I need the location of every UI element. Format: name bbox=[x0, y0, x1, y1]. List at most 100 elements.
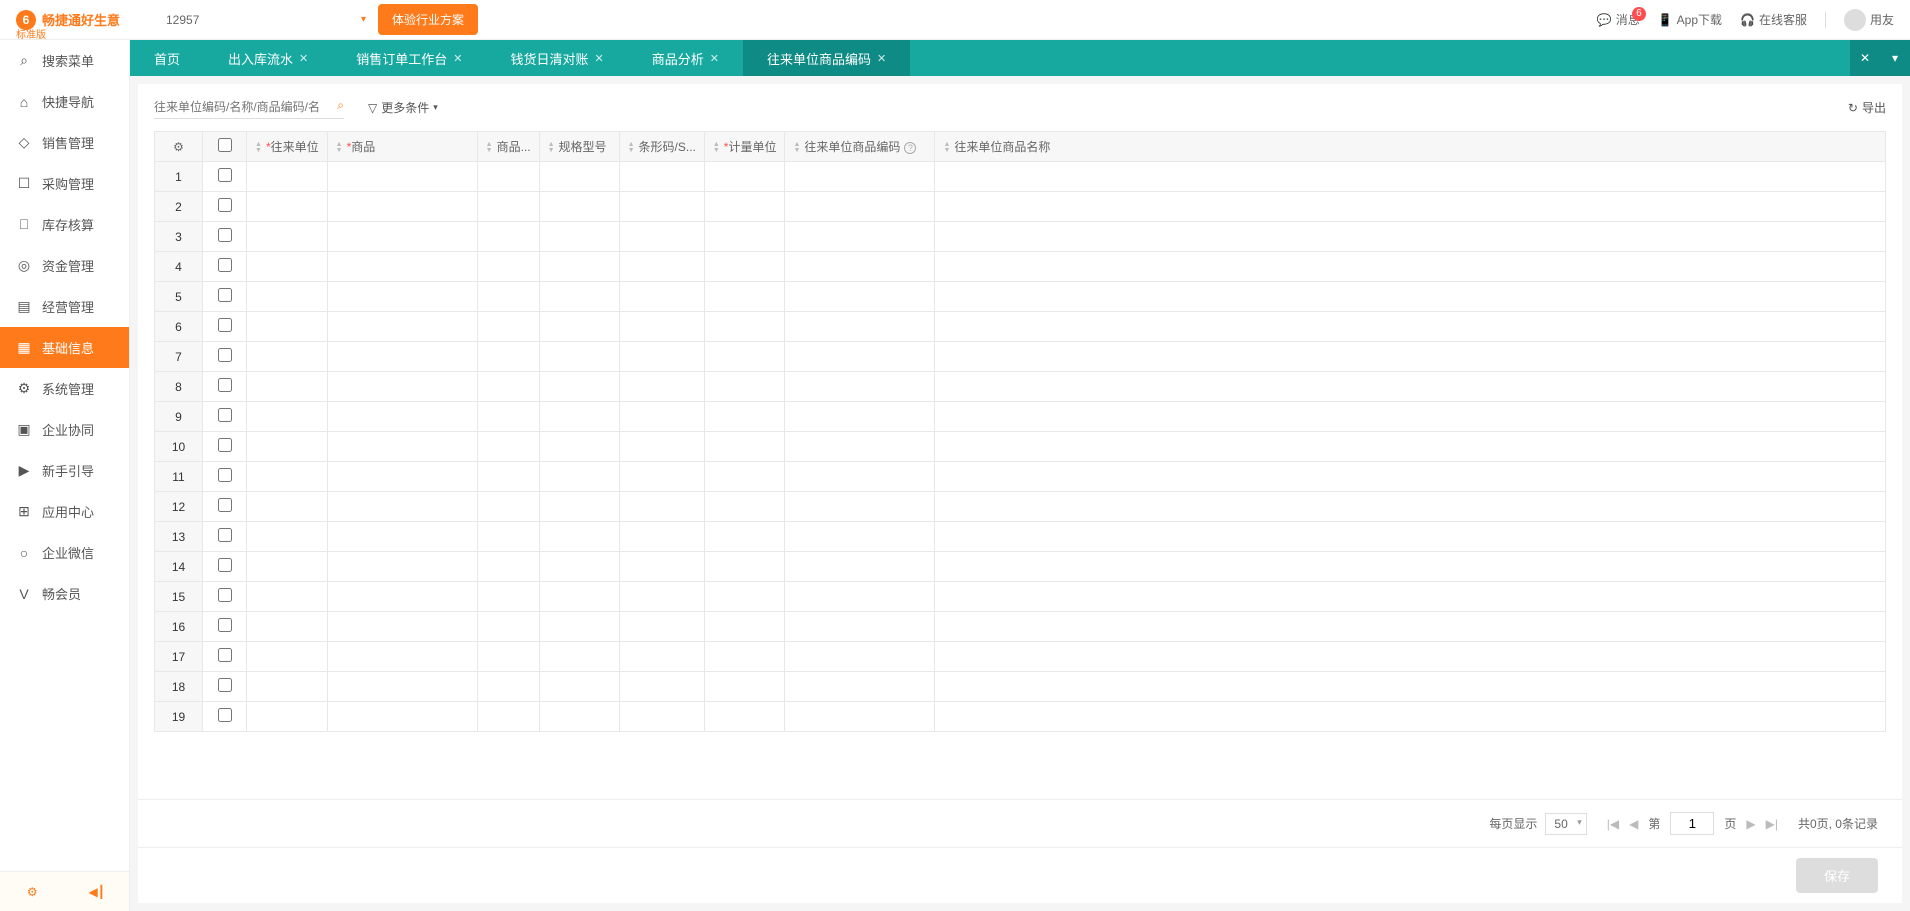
table-row[interactable]: 15 bbox=[155, 582, 1886, 612]
cell-product[interactable] bbox=[327, 642, 477, 672]
table-row[interactable]: 10 bbox=[155, 432, 1886, 462]
cell-product-ext[interactable] bbox=[477, 522, 539, 552]
cell-barcode[interactable] bbox=[619, 672, 704, 702]
cell-barcode[interactable] bbox=[619, 642, 704, 672]
table-row[interactable]: 3 bbox=[155, 222, 1886, 252]
more-filters-button[interactable]: ▽ 更多条件 ▾ bbox=[368, 99, 438, 116]
sidebar-item-4[interactable]: ⎕库存核算 bbox=[0, 204, 129, 245]
cell-unit[interactable] bbox=[704, 342, 785, 372]
cell-partner-name[interactable] bbox=[935, 312, 1886, 342]
cell-partner-name[interactable] bbox=[935, 342, 1886, 372]
cell-barcode[interactable] bbox=[619, 552, 704, 582]
tab-5[interactable]: 往来单位商品编码✕ bbox=[743, 40, 910, 76]
cell-barcode[interactable] bbox=[619, 282, 704, 312]
column-select-all[interactable] bbox=[203, 132, 247, 162]
cell-partner-code[interactable] bbox=[785, 372, 935, 402]
cell-partner-name[interactable] bbox=[935, 162, 1886, 192]
table-row[interactable]: 4 bbox=[155, 252, 1886, 282]
cell-product-ext[interactable] bbox=[477, 312, 539, 342]
cell-product[interactable] bbox=[327, 372, 477, 402]
customer-service-button[interactable]: 🎧 在线客服 bbox=[1740, 11, 1807, 28]
user-menu[interactable]: 用友 bbox=[1844, 9, 1894, 31]
cell-partner[interactable] bbox=[247, 672, 328, 702]
cell-barcode[interactable] bbox=[619, 462, 704, 492]
cell-partner-name[interactable] bbox=[935, 192, 1886, 222]
tab-2[interactable]: 销售订单工作台✕ bbox=[332, 40, 486, 76]
sidebar-item-9[interactable]: ▣企业协同 bbox=[0, 409, 129, 450]
cell-barcode[interactable] bbox=[619, 222, 704, 252]
cell-product[interactable] bbox=[327, 312, 477, 342]
cell-barcode[interactable] bbox=[619, 402, 704, 432]
row-checkbox[interactable] bbox=[218, 678, 232, 692]
cell-unit[interactable] bbox=[704, 432, 785, 462]
column-barcode[interactable]: ▲▼条形码/S... bbox=[619, 132, 704, 162]
table-row[interactable]: 6 bbox=[155, 312, 1886, 342]
table-row[interactable]: 11 bbox=[155, 462, 1886, 492]
cell-unit[interactable] bbox=[704, 372, 785, 402]
row-checkbox[interactable] bbox=[218, 198, 232, 212]
cell-partner-code[interactable] bbox=[785, 282, 935, 312]
table-row[interactable]: 17 bbox=[155, 642, 1886, 672]
next-page-button[interactable]: ▶ bbox=[1746, 817, 1755, 831]
table-row[interactable]: 7 bbox=[155, 342, 1886, 372]
cell-unit[interactable] bbox=[704, 702, 785, 732]
row-checkbox[interactable] bbox=[218, 648, 232, 662]
cell-product-ext[interactable] bbox=[477, 162, 539, 192]
cell-product[interactable] bbox=[327, 582, 477, 612]
try-plan-button[interactable]: 体验行业方案 bbox=[378, 4, 478, 35]
table-row[interactable]: 12 bbox=[155, 492, 1886, 522]
cell-product[interactable] bbox=[327, 522, 477, 552]
column-settings[interactable]: ⚙ bbox=[155, 132, 203, 162]
cell-partner-code[interactable] bbox=[785, 192, 935, 222]
save-button[interactable]: 保存 bbox=[1796, 858, 1878, 893]
cell-partner-code[interactable] bbox=[785, 342, 935, 372]
prev-page-button[interactable]: ◀ bbox=[1629, 817, 1638, 831]
cell-partner[interactable] bbox=[247, 282, 328, 312]
cell-unit[interactable] bbox=[704, 192, 785, 222]
sidebar-item-5[interactable]: ◎资金管理 bbox=[0, 245, 129, 286]
cell-partner[interactable] bbox=[247, 222, 328, 252]
column-partner[interactable]: ▲▼*往来单位 bbox=[247, 132, 328, 162]
cell-spec[interactable] bbox=[539, 252, 619, 282]
row-checkbox[interactable] bbox=[218, 708, 232, 722]
cell-partner[interactable] bbox=[247, 642, 328, 672]
cell-product-ext[interactable] bbox=[477, 702, 539, 732]
close-icon[interactable]: ✕ bbox=[299, 52, 308, 65]
cell-product-ext[interactable] bbox=[477, 282, 539, 312]
cell-partner-name[interactable] bbox=[935, 642, 1886, 672]
page-size-select[interactable]: 50 ▾ bbox=[1545, 813, 1586, 835]
cell-product[interactable] bbox=[327, 462, 477, 492]
cell-barcode[interactable] bbox=[619, 372, 704, 402]
cell-partner[interactable] bbox=[247, 432, 328, 462]
tab-4[interactable]: 商品分析✕ bbox=[628, 40, 743, 76]
tab-menu-button[interactable]: ▾ bbox=[1880, 40, 1910, 76]
sidebar-item-12[interactable]: ○企业微信 bbox=[0, 532, 129, 573]
search-input[interactable] bbox=[154, 96, 344, 119]
cell-partner-name[interactable] bbox=[935, 432, 1886, 462]
cell-partner[interactable] bbox=[247, 552, 328, 582]
cell-partner[interactable] bbox=[247, 402, 328, 432]
table-row[interactable]: 2 bbox=[155, 192, 1886, 222]
cell-partner[interactable] bbox=[247, 342, 328, 372]
table-row[interactable]: 13 bbox=[155, 522, 1886, 552]
close-all-tabs-button[interactable]: ✕ bbox=[1850, 40, 1880, 76]
cell-product-ext[interactable] bbox=[477, 372, 539, 402]
cell-partner-code[interactable] bbox=[785, 492, 935, 522]
cell-partner-code[interactable] bbox=[785, 582, 935, 612]
sidebar-item-1[interactable]: ⌂快捷导航 bbox=[0, 81, 129, 122]
cell-unit[interactable] bbox=[704, 312, 785, 342]
column-product-ext[interactable]: ▲▼商品... bbox=[477, 132, 539, 162]
cell-partner[interactable] bbox=[247, 252, 328, 282]
cell-spec[interactable] bbox=[539, 162, 619, 192]
row-checkbox[interactable] bbox=[218, 438, 232, 452]
cell-spec[interactable] bbox=[539, 342, 619, 372]
column-partner-code[interactable]: ▲▼往来单位商品编码? bbox=[785, 132, 935, 162]
sidebar-item-8[interactable]: ⚙系统管理 bbox=[0, 368, 129, 409]
cell-partner-code[interactable] bbox=[785, 552, 935, 582]
cell-spec[interactable] bbox=[539, 192, 619, 222]
row-checkbox[interactable] bbox=[218, 528, 232, 542]
cell-spec[interactable] bbox=[539, 372, 619, 402]
export-button[interactable]: ↻ 导出 bbox=[1848, 99, 1886, 116]
cell-partner[interactable] bbox=[247, 192, 328, 222]
cell-barcode[interactable] bbox=[619, 492, 704, 522]
